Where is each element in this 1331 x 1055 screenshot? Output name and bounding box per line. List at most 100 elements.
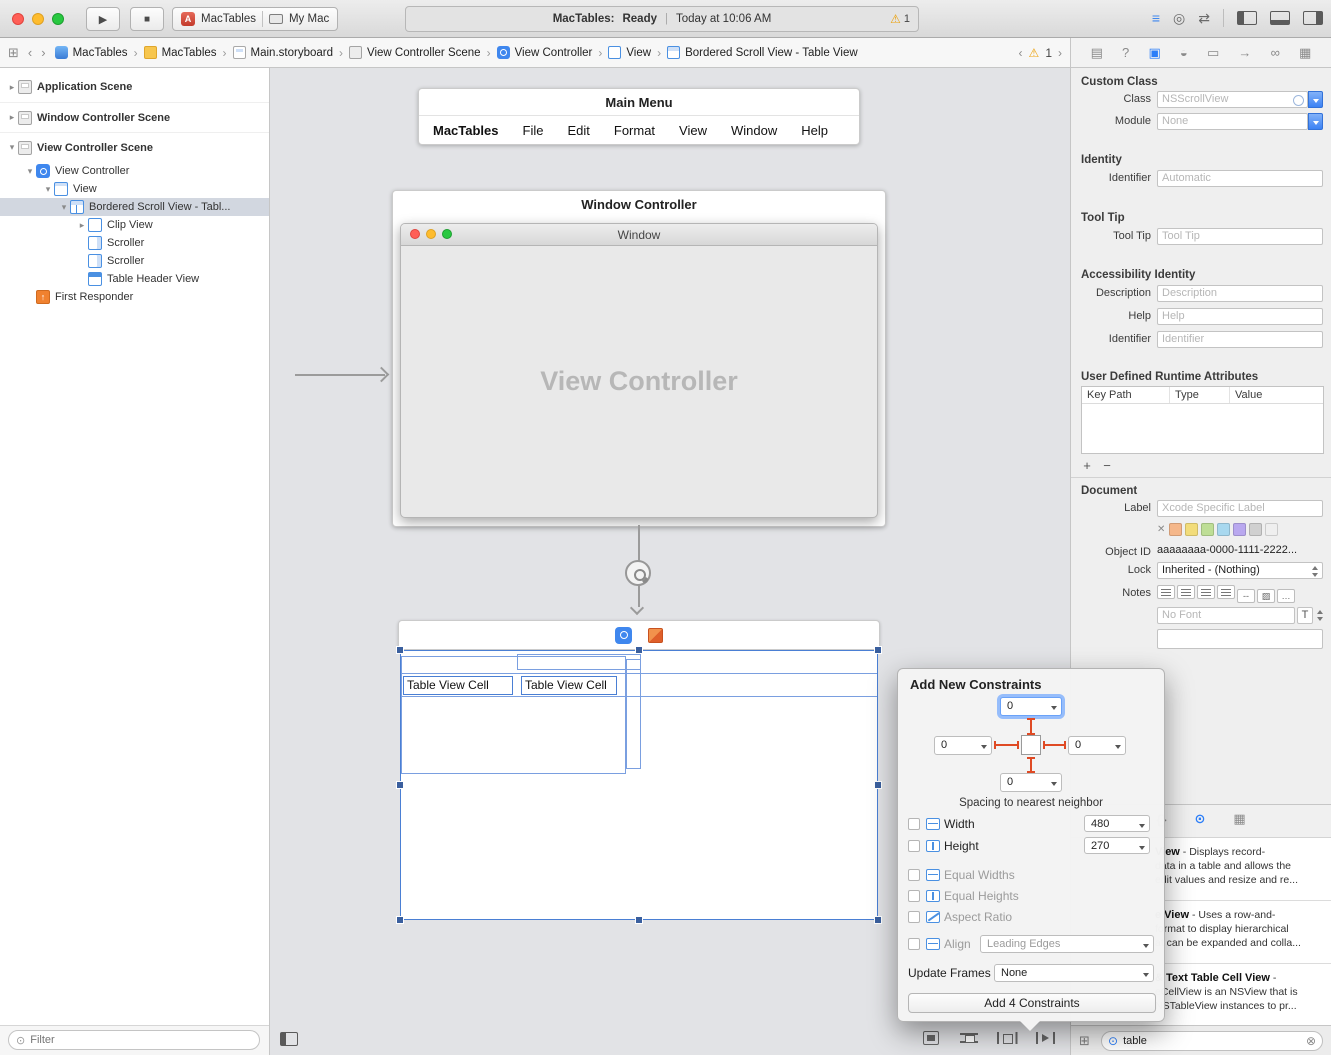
zoom-window-button[interactable] <box>52 13 64 25</box>
selection-handle[interactable] <box>874 781 882 789</box>
breadcrumb-scene[interactable]: View Controller Scene <box>349 46 481 59</box>
menu-item-edit[interactable]: Edit <box>567 123 589 138</box>
identity-inspector-tab[interactable]: ▣ <box>1148 45 1160 61</box>
segue-badge[interactable] <box>625 560 651 586</box>
table-style-button[interactable]: ▨ <box>1257 589 1275 603</box>
menu-item-help[interactable]: Help <box>801 123 828 138</box>
media-tab[interactable]: ▦ <box>1233 811 1245 827</box>
update-frames-dropdown[interactable]: None <box>994 964 1154 982</box>
selection-handle[interactable] <box>635 646 643 654</box>
library-search-input[interactable] <box>1123 1035 1301 1047</box>
bindings-inspector-tab[interactable]: ∞ <box>1271 45 1280 60</box>
table-view-cell[interactable]: Table View Cell <box>521 676 617 695</box>
identifier-field[interactable]: Automatic <box>1157 170 1323 187</box>
height-checkbox[interactable] <box>908 840 920 852</box>
align-left-button[interactable] <box>1157 585 1175 599</box>
window-object[interactable]: Window View Controller <box>400 223 878 518</box>
attributes-inspector-tab[interactable]: ◒ <box>1180 45 1188 60</box>
menu-item-view[interactable]: View <box>679 123 707 138</box>
table-header-view-outline[interactable] <box>517 654 641 670</box>
top-spacing-combo[interactable]: 0 <box>1000 697 1062 716</box>
breadcrumb-project[interactable]: MacTables <box>54 46 128 59</box>
align-right-button[interactable] <box>1197 585 1215 599</box>
top-strut[interactable] <box>1027 718 1035 735</box>
selection-handle[interactable] <box>874 916 882 924</box>
color-chip[interactable] <box>1249 523 1263 536</box>
document-label-field[interactable]: Xcode Specific Label <box>1157 500 1323 517</box>
stop-button[interactable]: ■ <box>130 7 164 31</box>
selection-handle[interactable] <box>874 646 882 654</box>
color-chip[interactable] <box>1169 523 1183 536</box>
font-stepper[interactable] <box>1317 610 1324 621</box>
leading-strut[interactable] <box>994 741 1019 749</box>
bottom-strut[interactable] <box>1027 757 1035 773</box>
font-field[interactable]: No Font <box>1157 607 1295 624</box>
disclosure-icon[interactable]: ▸ <box>6 112 18 123</box>
disclosure-icon[interactable]: ▾ <box>42 184 54 195</box>
disclosure-icon[interactable]: ▾ <box>6 142 18 153</box>
selection-handle[interactable] <box>635 916 643 924</box>
outline-toggle-icon[interactable] <box>280 1032 298 1046</box>
next-issue-icon[interactable]: › <box>1058 46 1062 60</box>
list-style-button[interactable]: -- <box>1237 589 1255 603</box>
color-chip[interactable] <box>1233 523 1247 536</box>
version-editor-icon[interactable]: ⇄ <box>1198 9 1210 27</box>
window-titlebar[interactable]: Window <box>401 224 877 246</box>
connections-inspector-tab[interactable]: → <box>1238 45 1251 60</box>
height-value-combo[interactable]: 270 <box>1084 837 1150 854</box>
outline-row-scroller-2[interactable]: Scroller <box>0 252 269 270</box>
outline-row-application-scene[interactable]: ▸ Application Scene <box>0 72 269 102</box>
outline-row-scroller-1[interactable]: Scroller <box>0 234 269 252</box>
menu-item-file[interactable]: File <box>523 123 544 138</box>
trailing-strut[interactable] <box>1043 741 1066 749</box>
breadcrumb-view-controller[interactable]: View Controller <box>496 46 592 59</box>
disclosure-icon[interactable]: ▸ <box>6 82 18 93</box>
vertical-scroller-outline[interactable] <box>626 659 641 769</box>
run-button[interactable]: ▶ <box>86 7 120 31</box>
size-inspector-tab[interactable]: ▭ <box>1207 45 1219 61</box>
class-stepper-icon[interactable] <box>1293 94 1304 106</box>
runtime-attributes-table[interactable]: Key Path Type Value <box>1081 386 1324 454</box>
lock-dropdown[interactable]: Inherited - (Nothing) <box>1157 562 1323 579</box>
align-justify-button[interactable] <box>1217 585 1235 599</box>
breadcrumb-scroll-view[interactable]: Bordered Scroll View - Table View <box>667 46 858 59</box>
equal-widths-checkbox[interactable] <box>908 869 920 881</box>
breadcrumb-group[interactable]: MacTables <box>143 46 217 59</box>
table-view-cell[interactable]: Table View Cell <box>403 676 513 695</box>
view-controller-icon[interactable] <box>615 626 632 644</box>
minimize-window-button[interactable] <box>32 13 44 25</box>
outline-row-first-responder[interactable]: ↑ First Responder <box>0 288 269 306</box>
quick-help-tab[interactable]: ? <box>1122 45 1129 60</box>
table-view-selected[interactable]: Table View Cell Table View Cell <box>396 646 882 924</box>
align-dropdown[interactable]: Leading Edges <box>980 935 1154 953</box>
outline-row-bordered-scroll-view[interactable]: ▾ Bordered Scroll View - Tabl... <box>0 198 269 216</box>
navigator-panel-toggle[interactable] <box>1237 11 1257 25</box>
window-controller-scene[interactable]: Window Controller Window View Controller <box>392 190 886 527</box>
class-field[interactable]: NSScrollView <box>1157 91 1308 108</box>
filter-input[interactable] <box>30 1034 252 1046</box>
font-panel-button[interactable]: T <box>1297 607 1313 624</box>
color-chip[interactable] <box>1265 523 1279 536</box>
outline-row-window-controller-scene[interactable]: ▸ Window Controller Scene <box>0 102 269 132</box>
align-center-button[interactable] <box>1177 585 1195 599</box>
add-constraints-button[interactable]: Add 4 Constraints <box>908 993 1156 1013</box>
accessibility-identifier-field[interactable]: Identifier <box>1157 331 1323 348</box>
menu-item-app[interactable]: MacTables <box>433 123 499 138</box>
previous-issue-icon[interactable]: ‹ <box>1019 46 1023 60</box>
outline-row-clip-view[interactable]: ▸ Clip View <box>0 216 269 234</box>
inspector-panel-toggle[interactable] <box>1303 11 1323 25</box>
selection-handle[interactable] <box>396 781 404 789</box>
add-attribute-button[interactable]: + <box>1079 458 1095 473</box>
width-value-combo[interactable]: 480 <box>1084 815 1150 832</box>
outline-row-view-controller[interactable]: ▾ View Controller <box>0 162 269 180</box>
color-chip[interactable] <box>1217 523 1231 536</box>
tooltip-field[interactable]: Tool Tip <box>1157 228 1323 245</box>
clip-view-outline[interactable] <box>401 656 626 774</box>
module-dropdown-button[interactable] <box>1308 113 1323 130</box>
menu-item-window[interactable]: Window <box>731 123 777 138</box>
window-content[interactable]: View Controller <box>401 246 877 517</box>
align-checkbox[interactable] <box>908 938 920 950</box>
outline-row-table-header-view[interactable]: Table Header View <box>0 270 269 288</box>
breadcrumb-view[interactable]: View <box>608 46 651 59</box>
bottom-spacing-combo[interactable]: 0 <box>1000 773 1062 792</box>
